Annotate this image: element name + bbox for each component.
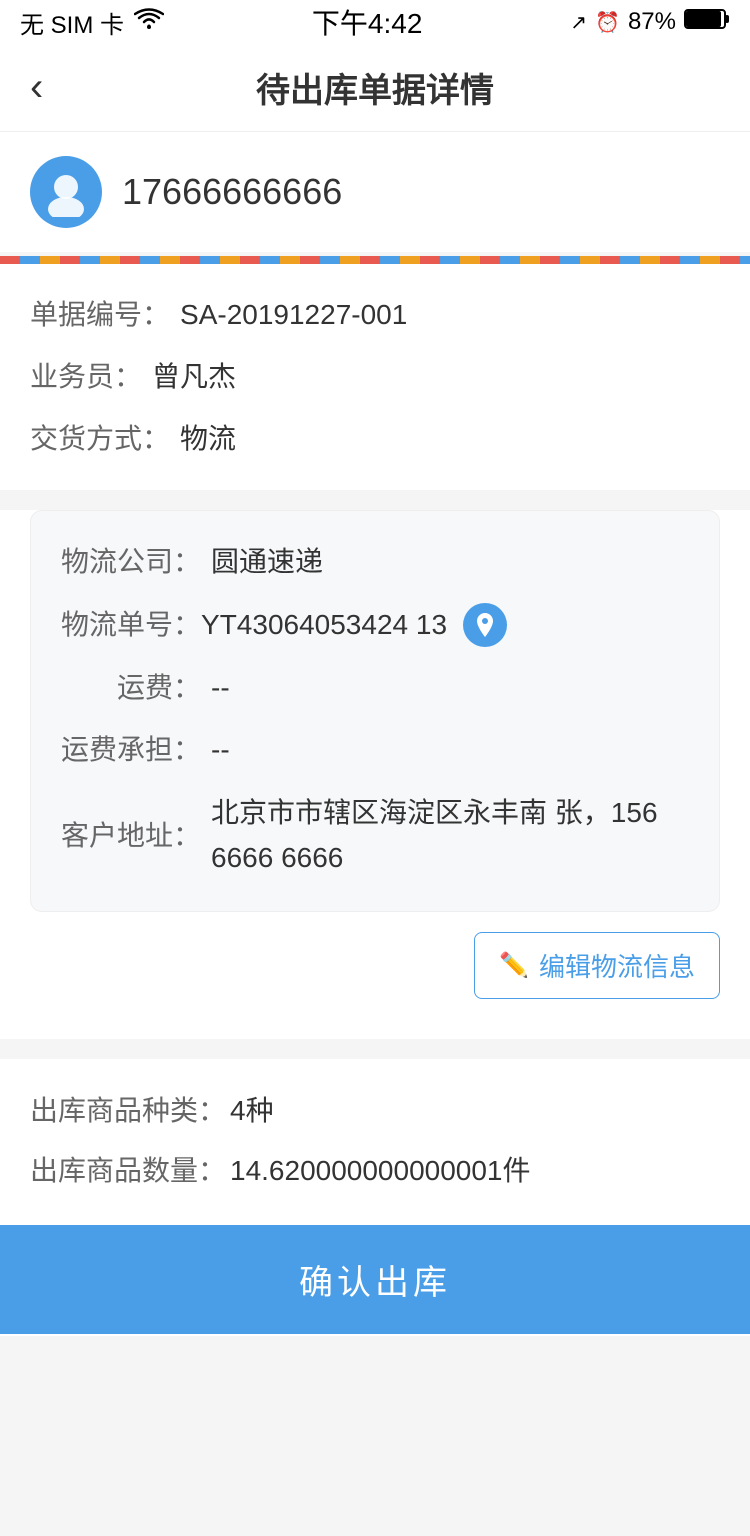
battery-icon [684,8,730,37]
goods-type-value: 4种 [230,1089,274,1129]
status-right: ↗ ⏰ 87% [570,8,730,37]
logistics-company-value: 圆通速递 [211,541,689,583]
freight-label: 运费： [61,667,201,709]
customer-address-label: 客户地址： [61,815,201,857]
freight-bearer-label: 运费承担： [61,729,201,771]
confirm-button[interactable]: 确认出库 [0,1255,750,1304]
delivery-method-row: 交货方式： 物流 [30,418,720,460]
freight-bearer-row: 运费承担： -- [61,729,689,771]
customer-address-row: 客户地址： 北京市市辖区海淀区永丰南 张，156 6666 6666 [61,791,689,881]
tracking-number-container: YT43064053424 13 [201,603,507,647]
document-number-row: 单据编号： SA-20191227-001 [30,294,720,336]
logistics-company-label: 物流公司： [61,541,201,583]
location-icon: ↗ [570,10,587,35]
edit-logistics-button[interactable]: ✏️ 编辑物流信息 [474,932,720,999]
section-divider [0,1039,750,1059]
bottom-spacer [0,1336,750,1536]
location-icon[interactable] [463,603,507,647]
battery-percent: 87% [628,8,676,36]
carrier-text: 无 SIM 卡 [20,5,124,40]
delivery-method-label: 交货方式： [30,418,170,460]
dashed-divider [0,256,750,264]
goods-quantity-value: 14.620000000000001件 [230,1149,531,1189]
freight-bearer-value: -- [211,729,689,771]
delivery-method-value: 物流 [180,418,720,460]
alarm-icon: ⏰ [595,10,620,35]
edit-icon: ✏️ [499,951,529,980]
logistics-tracking-row: 物流单号： YT43064053424 13 [61,603,689,647]
status-time: 下午4:42 [312,2,423,42]
status-left: 无 SIM 卡 [20,5,164,40]
order-info-section: 单据编号： SA-20191227-001 业务员： 曾凡杰 交货方式： 物流 [0,264,750,490]
goods-quantity-label: 出库商品数量： [30,1149,230,1189]
logistics-card: 物流公司： 圆通速递 物流单号： YT43064053424 13 运费： --… [30,510,720,912]
status-bar: 无 SIM 卡 下午4:42 ↗ ⏰ 87% [0,0,750,44]
sales-person-value: 曾凡杰 [152,356,720,398]
document-number-value: SA-20191227-001 [180,294,720,336]
page-title: 待出库单据详情 [256,63,494,112]
wifi-icon [134,8,164,37]
goods-type-label: 出库商品种类： [30,1089,230,1129]
confirm-button-wrap: 确认出库 [0,1225,750,1334]
edit-logistics-area: ✏️ 编辑物流信息 [0,932,750,1039]
customer-address-value: 北京市市辖区海淀区永丰南 张，156 6666 6666 [211,791,689,881]
edit-logistics-label: 编辑物流信息 [539,947,695,984]
freight-row: 运费： -- [61,667,689,709]
logistics-company-row: 物流公司： 圆通速递 [61,541,689,583]
sales-person-label: 业务员： [30,356,142,398]
nav-bar: ‹ 待出库单据详情 [0,44,750,132]
document-number-label: 单据编号： [30,294,170,336]
tracking-number-value: YT43064053424 13 [201,604,447,646]
logistics-tracking-label: 物流单号： [61,604,201,646]
user-header: 17666666666 [0,132,750,252]
back-button[interactable]: ‹ [30,65,43,110]
user-phone: 17666666666 [122,171,342,213]
avatar [30,156,102,228]
goods-type-row: 出库商品种类： 4种 [30,1089,720,1129]
goods-quantity-row: 出库商品数量： 14.620000000000001件 [30,1149,720,1189]
sales-person-row: 业务员： 曾凡杰 [30,356,720,398]
freight-value: -- [211,667,689,709]
